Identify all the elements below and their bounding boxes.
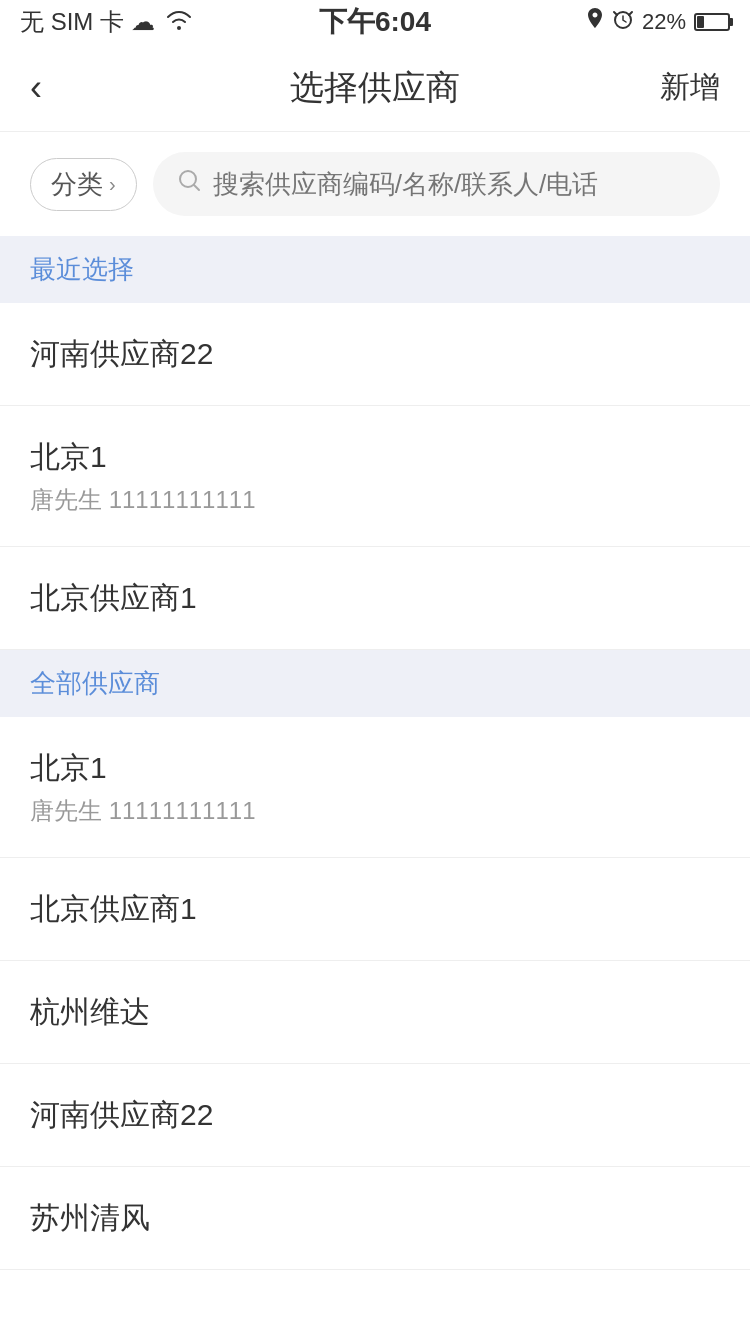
list-item-name: 北京1: [30, 436, 720, 478]
all-section-header: 全部供应商: [0, 650, 750, 717]
location-icon: [586, 8, 604, 36]
recent-list-item[interactable]: 北京供应商1: [0, 547, 750, 650]
all-list-item[interactable]: 北京供应商1: [0, 858, 750, 961]
no-sim-text: 无 SIM 卡 ☁: [20, 6, 155, 38]
list-item-sub: 唐先生 11111111111: [30, 484, 720, 516]
list-item-name: 北京供应商1: [30, 888, 720, 930]
all-section-title: 全部供应商: [30, 668, 160, 698]
all-list-item[interactable]: 苏州清风: [0, 1167, 750, 1270]
category-filter-button[interactable]: 分类 ›: [30, 158, 137, 211]
nav-bar: ‹ 选择供应商 新增: [0, 44, 750, 132]
add-button[interactable]: 新增: [660, 67, 720, 108]
status-right: 22%: [586, 8, 730, 36]
back-button[interactable]: ‹: [30, 67, 90, 109]
filter-bar: 分类 ›: [0, 132, 750, 236]
all-list: 北京1 唐先生 11111111111 北京供应商1 杭州维达河南供应商22 苏州清风: [0, 717, 750, 1270]
recent-section-title: 最近选择: [30, 254, 134, 284]
all-list-item[interactable]: 河南供应商22: [0, 1064, 750, 1167]
status-time: 下午6:04: [319, 3, 431, 41]
list-item-name: 北京供应商1: [30, 577, 720, 619]
alarm-icon: [612, 8, 634, 36]
recent-list-item[interactable]: 河南供应商22: [0, 303, 750, 406]
battery-percent: 22%: [642, 9, 686, 35]
recent-section-header: 最近选择: [0, 236, 750, 303]
list-item-name: 河南供应商22: [30, 333, 720, 375]
chevron-right-icon: ›: [109, 173, 116, 196]
status-left: 无 SIM 卡 ☁: [20, 6, 193, 38]
list-item-name: 苏州清风: [30, 1197, 720, 1239]
search-icon: [177, 168, 203, 201]
list-item-sub: 唐先生 11111111111: [30, 795, 720, 827]
recent-list: 河南供应商22 北京1 唐先生 11111111111 北京供应商1: [0, 303, 750, 650]
page-title: 选择供应商: [290, 65, 460, 111]
list-item-name: 河南供应商22: [30, 1094, 720, 1136]
search-box: [153, 152, 720, 216]
search-input[interactable]: [213, 169, 696, 200]
recent-list-item[interactable]: 北京1 唐先生 11111111111: [0, 406, 750, 547]
list-item-name: 杭州维达: [30, 991, 720, 1033]
all-list-item[interactable]: 北京1 唐先生 11111111111: [0, 717, 750, 858]
list-item-name: 北京1: [30, 747, 720, 789]
all-list-item[interactable]: 杭州维达: [0, 961, 750, 1064]
status-bar: 无 SIM 卡 ☁ 下午6:04 22%: [0, 0, 750, 44]
battery-icon: [694, 13, 730, 31]
category-label: 分类: [51, 167, 103, 202]
wifi-icon: [165, 8, 193, 36]
